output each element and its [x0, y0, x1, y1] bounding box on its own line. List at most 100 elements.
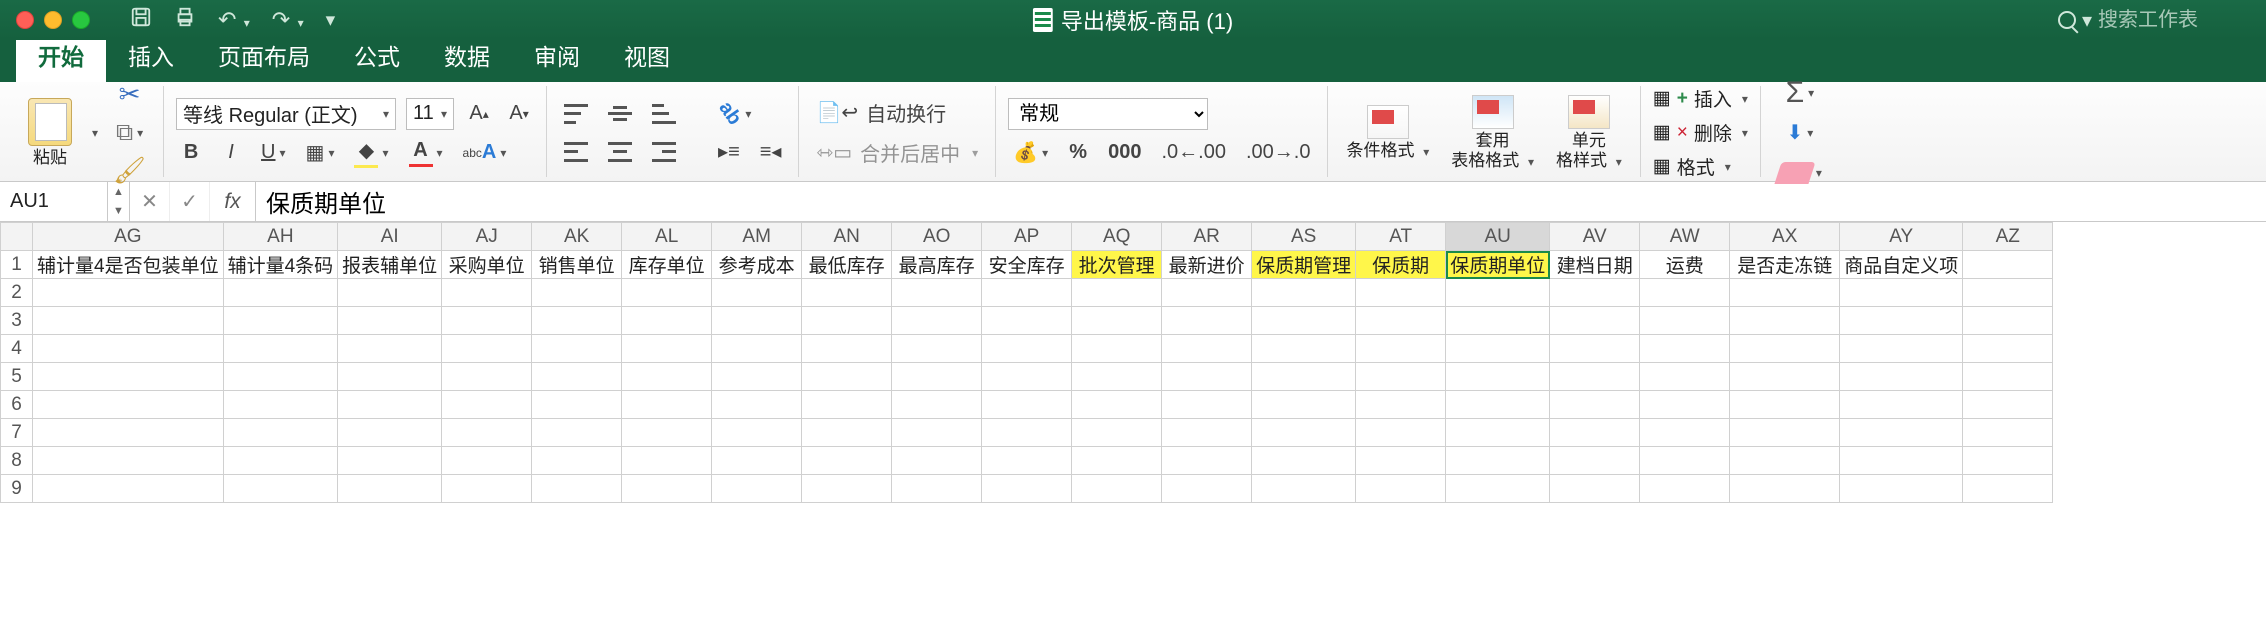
cell-AT9[interactable]	[1356, 475, 1446, 503]
cell-AM6[interactable]	[712, 391, 802, 419]
increase-decimal-button[interactable]: .0←.00	[1156, 138, 1230, 168]
cell-AS1[interactable]: 保质期管理	[1252, 251, 1356, 279]
cell-AM4[interactable]	[712, 335, 802, 363]
cell-AI6[interactable]	[338, 391, 442, 419]
cell-AW1[interactable]: 运费	[1640, 251, 1730, 279]
number-format-select[interactable]: 常规	[1008, 98, 1208, 130]
col-header-AZ[interactable]: AZ	[1963, 223, 2053, 251]
cell-AL7[interactable]	[622, 419, 712, 447]
cell-AP1[interactable]: 安全库存	[982, 251, 1072, 279]
col-header-AY[interactable]: AY	[1840, 223, 1963, 251]
cell-AL3[interactable]	[622, 307, 712, 335]
cell-AU3[interactable]	[1446, 307, 1550, 335]
cell-AJ5[interactable]	[442, 363, 532, 391]
cell-AI9[interactable]	[338, 475, 442, 503]
formula-cancel[interactable]: ✕	[130, 182, 170, 221]
italic-button[interactable]: I	[216, 138, 246, 168]
formula-input[interactable]	[256, 182, 2266, 221]
cell-AP3[interactable]	[982, 307, 1072, 335]
conditional-format-button[interactable]: 条件格式 ▾	[1340, 105, 1435, 161]
cell-AL8[interactable]	[622, 447, 712, 475]
cell-AU2[interactable]	[1446, 279, 1550, 307]
increase-font-button[interactable]: A▴	[464, 99, 494, 129]
cell-AN4[interactable]	[802, 335, 892, 363]
col-header-AK[interactable]: AK	[532, 223, 622, 251]
cell-AR9[interactable]	[1162, 475, 1252, 503]
cell-AH4[interactable]	[223, 335, 338, 363]
col-header-AM[interactable]: AM	[712, 223, 802, 251]
cell-AT8[interactable]	[1356, 447, 1446, 475]
row-header-8[interactable]: 8	[1, 447, 33, 475]
cell-AT3[interactable]	[1356, 307, 1446, 335]
cell-AR5[interactable]	[1162, 363, 1252, 391]
align-center-button[interactable]	[603, 137, 637, 167]
cell-AS2[interactable]	[1252, 279, 1356, 307]
cell-AM5[interactable]	[712, 363, 802, 391]
delete-cells-button[interactable]: ▦×删除▾	[1653, 119, 1748, 147]
align-left-button[interactable]	[559, 137, 593, 167]
cell-AG3[interactable]	[33, 307, 224, 335]
cell-AT2[interactable]	[1356, 279, 1446, 307]
cell-AN2[interactable]	[802, 279, 892, 307]
col-header-AI[interactable]: AI	[338, 223, 442, 251]
cell-AT7[interactable]	[1356, 419, 1446, 447]
col-header-AL[interactable]: AL	[622, 223, 712, 251]
cell-AV5[interactable]	[1550, 363, 1640, 391]
row-header-5[interactable]: 5	[1, 363, 33, 391]
cell-style-button[interactable]: 单元 格样式 ▾	[1550, 95, 1628, 170]
cell-AP5[interactable]	[982, 363, 1072, 391]
cell-AR4[interactable]	[1162, 335, 1252, 363]
row-header-2[interactable]: 2	[1, 279, 33, 307]
currency-button[interactable]: 💰▾	[1008, 138, 1053, 168]
cell-AY1[interactable]: 商品自定义项	[1840, 251, 1963, 279]
col-header-AT[interactable]: AT	[1356, 223, 1446, 251]
merge-center-button[interactable]: ⇿▭ 合并后居中▾	[811, 138, 983, 168]
cell-AV3[interactable]	[1550, 307, 1640, 335]
cell-AG8[interactable]	[33, 447, 224, 475]
cell-AU1[interactable]: 保质期单位	[1446, 251, 1550, 279]
cell-AN1[interactable]: 最低库存	[802, 251, 892, 279]
row-header-3[interactable]: 3	[1, 307, 33, 335]
cell-AM3[interactable]	[712, 307, 802, 335]
cell-AX3[interactable]	[1730, 307, 1840, 335]
col-header-AH[interactable]: AH	[223, 223, 338, 251]
cell-AJ1[interactable]: 采购单位	[442, 251, 532, 279]
cell-AK3[interactable]	[532, 307, 622, 335]
cell-AO7[interactable]	[892, 419, 982, 447]
cell-AK4[interactable]	[532, 335, 622, 363]
cell-AT4[interactable]	[1356, 335, 1446, 363]
select-all-corner[interactable]	[1, 223, 33, 251]
formula-confirm[interactable]: ✓	[170, 182, 210, 221]
row-header-1[interactable]: 1	[1, 251, 33, 279]
cell-AH1[interactable]: 辅计量4条码	[223, 251, 338, 279]
col-header-AO[interactable]: AO	[892, 223, 982, 251]
col-header-AJ[interactable]: AJ	[442, 223, 532, 251]
cell-AJ4[interactable]	[442, 335, 532, 363]
col-header-AV[interactable]: AV	[1550, 223, 1640, 251]
cell-AS8[interactable]	[1252, 447, 1356, 475]
cell-AR2[interactable]	[1162, 279, 1252, 307]
name-box[interactable]: AU1	[0, 182, 108, 221]
cell-AW2[interactable]	[1640, 279, 1730, 307]
align-bottom-button[interactable]	[647, 99, 681, 129]
cell-AY3[interactable]	[1840, 307, 1963, 335]
cell-AT5[interactable]	[1356, 363, 1446, 391]
cell-AS5[interactable]	[1252, 363, 1356, 391]
cell-AZ8[interactable]	[1963, 447, 2053, 475]
cell-AQ5[interactable]	[1072, 363, 1162, 391]
cell-AQ8[interactable]	[1072, 447, 1162, 475]
cell-AG2[interactable]	[33, 279, 224, 307]
cell-AP2[interactable]	[982, 279, 1072, 307]
cell-AX8[interactable]	[1730, 447, 1840, 475]
cell-AU6[interactable]	[1446, 391, 1550, 419]
cell-AG7[interactable]	[33, 419, 224, 447]
autosum-button[interactable]: Σ▾	[1773, 78, 1827, 108]
cell-AK2[interactable]	[532, 279, 622, 307]
cell-AZ6[interactable]	[1963, 391, 2053, 419]
cell-AR6[interactable]	[1162, 391, 1252, 419]
align-top-button[interactable]	[559, 99, 593, 129]
cell-AO9[interactable]	[892, 475, 982, 503]
cell-AR7[interactable]	[1162, 419, 1252, 447]
cell-AS7[interactable]	[1252, 419, 1356, 447]
cell-AI4[interactable]	[338, 335, 442, 363]
